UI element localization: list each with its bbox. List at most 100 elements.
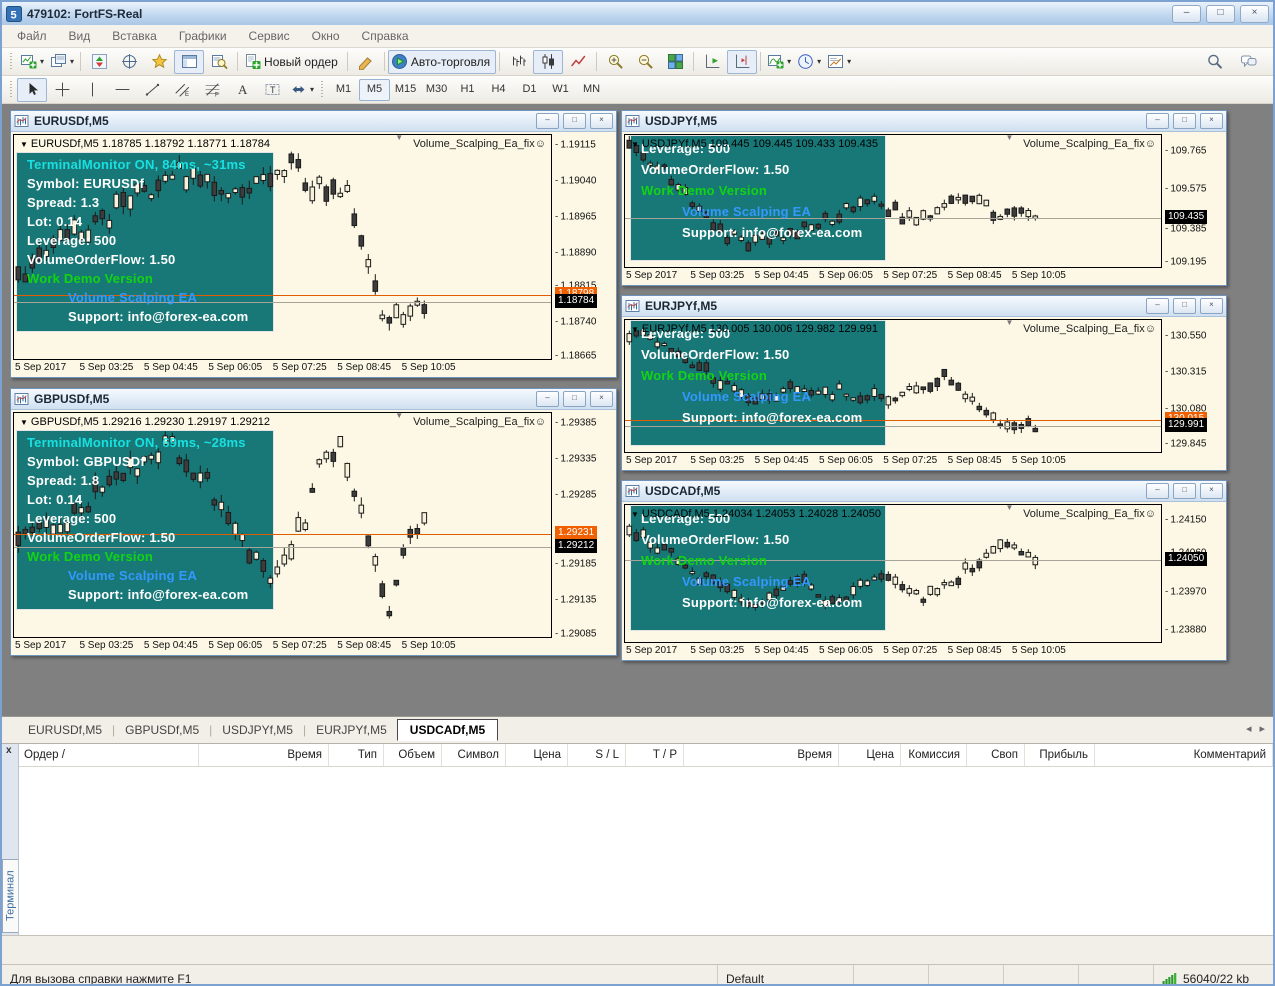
zoom-out-button[interactable] <box>630 50 660 74</box>
text-tool-button[interactable]: A <box>227 78 257 102</box>
trendline-tool-button[interactable] <box>137 78 167 102</box>
dropdown-caret-icon[interactable]: ▾ <box>787 57 791 66</box>
chart-window-titlebar[interactable]: EURUSDf,M5 – □ × <box>11 111 616 132</box>
zoom-in-button[interactable] <box>600 50 630 74</box>
chart-close-button[interactable]: × <box>1200 483 1223 499</box>
chart-minimize-button[interactable]: – <box>1146 298 1169 314</box>
new-order-button[interactable]: Новый ордер <box>241 50 344 74</box>
column-header[interactable]: Объем <box>384 744 442 766</box>
timeframe-h1-button[interactable]: H1 <box>452 79 483 101</box>
tab-scroll-left-icon[interactable]: ◂ <box>1246 722 1252 735</box>
chart-expand-icon[interactable]: ▼ <box>631 325 639 334</box>
menu-вставка[interactable]: Вставка <box>101 26 168 46</box>
chart-window-titlebar[interactable]: USDJPYf,M5 – □ × <box>622 111 1226 132</box>
auto-scroll-button[interactable] <box>697 50 727 74</box>
strategy-tester-button[interactable] <box>204 50 234 74</box>
horizontal-line-tool-button[interactable] <box>107 78 137 102</box>
dropdown-caret-icon[interactable]: ▾ <box>817 57 821 66</box>
vertical-line-tool-button[interactable] <box>77 78 107 102</box>
periods-button[interactable]: ▾ <box>794 50 824 74</box>
chart-close-button[interactable]: × <box>1200 298 1223 314</box>
chart-tab-eurusdf-m5[interactable]: EURUSDf,M5 <box>18 719 112 741</box>
navigator-button[interactable] <box>144 50 174 74</box>
column-header[interactable]: Ордер / <box>19 744 199 766</box>
chart-plot-area[interactable]: TerminalMonitor ON, 69ms, ~28ms Symbol: G… <box>13 412 552 638</box>
timeframe-m30-button[interactable]: M30 <box>421 79 452 101</box>
chart-restore-button[interactable]: □ <box>563 391 586 407</box>
equidistant-channel-tool-button[interactable]: E <box>167 78 197 102</box>
column-header[interactable]: Время <box>199 744 329 766</box>
new-chart-button[interactable]: ▾ <box>17 50 47 74</box>
timeframe-m15-button[interactable]: M15 <box>390 79 421 101</box>
menu-вид[interactable]: Вид <box>58 26 102 46</box>
chart-plot-area[interactable]: Leverage: 500 VolumeOrderFlow: 1.50 Work D… <box>624 319 1162 453</box>
menu-окно[interactable]: Окно <box>301 26 351 46</box>
menu-сервис[interactable]: Сервис <box>238 26 301 46</box>
dropdown-caret-icon[interactable]: ▾ <box>847 57 851 66</box>
status-profile[interactable]: Default <box>718 965 854 984</box>
menu-справка[interactable]: Справка <box>351 26 420 46</box>
timeframe-w1-button[interactable]: W1 <box>545 79 576 101</box>
chart-expand-icon[interactable]: ▼ <box>631 510 639 519</box>
crosshair-tool-button[interactable] <box>47 78 77 102</box>
column-header[interactable]: Цена <box>839 744 901 766</box>
fibonacci-tool-button[interactable]: F <box>197 78 227 102</box>
metaeditor-button[interactable] <box>351 50 381 74</box>
terminal-close-icon[interactable]: x <box>6 745 12 756</box>
chart-close-button[interactable]: × <box>590 391 613 407</box>
bar-chart-mode-button[interactable] <box>503 50 533 74</box>
column-header[interactable]: Комиссия <box>901 744 967 766</box>
minimize-button[interactable]: – <box>1172 4 1201 23</box>
chart-tab-usdjpyf-m5[interactable]: USDJPYf,M5 <box>212 719 303 741</box>
chart-expand-icon[interactable]: ▼ <box>631 140 639 149</box>
chart-minimize-button[interactable]: – <box>1146 113 1169 129</box>
toolbar-drag-handle[interactable] <box>320 80 326 99</box>
arrows-tool-button[interactable]: ▾ <box>287 78 317 102</box>
chart-window-titlebar[interactable]: GBPUSDf,M5 – □ × <box>11 389 616 410</box>
column-header[interactable]: Время <box>684 744 839 766</box>
menu-графики[interactable]: Графики <box>168 26 238 46</box>
search-button[interactable] <box>1199 50 1229 74</box>
cursor-tool-button[interactable] <box>17 77 47 102</box>
chart-tab-gbpusdf-m5[interactable]: GBPUSDf,M5 <box>115 719 209 741</box>
restore-button[interactable]: □ <box>1206 4 1235 23</box>
dropdown-caret-icon[interactable]: ▾ <box>70 57 74 66</box>
column-header[interactable]: Тип <box>329 744 384 766</box>
dropdown-caret-icon[interactable]: ▾ <box>310 85 314 94</box>
timeframe-d1-button[interactable]: D1 <box>514 79 545 101</box>
chart-tab-eurjpyf-m5[interactable]: EURJPYf,M5 <box>306 719 397 741</box>
timeframe-m5-button[interactable]: M5 <box>359 78 391 101</box>
chart-restore-button[interactable]: □ <box>1173 483 1196 499</box>
chart-plot-area[interactable]: Leverage: 500 VolumeOrderFlow: 1.50 Work D… <box>624 134 1162 268</box>
chart-window-titlebar[interactable]: EURJPYf,M5 – □ × <box>622 296 1226 317</box>
title-bar[interactable]: 5 479102: FortFS-Real – □ × <box>2 2 1273 25</box>
terminal-panel-button[interactable] <box>174 49 205 74</box>
chart-minimize-button[interactable]: – <box>1146 483 1169 499</box>
menu-файл[interactable]: Файл <box>6 26 58 46</box>
chart-plot-area[interactable]: Leverage: 500 VolumeOrderFlow: 1.50 Work D… <box>624 504 1162 643</box>
timeframe-m1-button[interactable]: M1 <box>328 79 359 101</box>
chart-minimize-button[interactable]: – <box>536 391 559 407</box>
indicators-list-button[interactable]: ▾ <box>764 50 794 74</box>
column-header[interactable]: Цена <box>506 744 568 766</box>
chart-expand-icon[interactable]: ▼ <box>20 418 28 427</box>
toolbar-drag-handle[interactable] <box>9 52 14 71</box>
chart-expand-icon[interactable]: ▼ <box>20 140 28 149</box>
line-chart-mode-button[interactable] <box>563 50 593 74</box>
chart-window-titlebar[interactable]: USDCADf,M5 – □ × <box>622 481 1226 502</box>
column-header[interactable]: Символ <box>442 744 506 766</box>
terminal-side-tab[interactable]: Терминал <box>2 859 18 933</box>
tile-windows-button[interactable] <box>660 50 690 74</box>
chart-close-button[interactable]: × <box>1200 113 1223 129</box>
timeframe-h4-button[interactable]: H4 <box>483 79 514 101</box>
templates-button[interactable]: ▾ <box>824 50 854 74</box>
chart-tab-usdcadf-m5[interactable]: USDCADf,M5 <box>396 719 499 741</box>
autotrading-button[interactable]: Авто-торговля <box>387 49 497 74</box>
chart-close-button[interactable]: × <box>590 113 613 129</box>
chart-shift-button[interactable] <box>727 49 758 74</box>
dropdown-caret-icon[interactable]: ▾ <box>40 57 44 66</box>
community-chat-button[interactable] <box>1233 50 1263 74</box>
close-button[interactable]: × <box>1240 4 1269 23</box>
chart-profiles-button[interactable]: ▾ <box>47 50 77 74</box>
text-label-tool-button[interactable]: T <box>257 78 287 102</box>
